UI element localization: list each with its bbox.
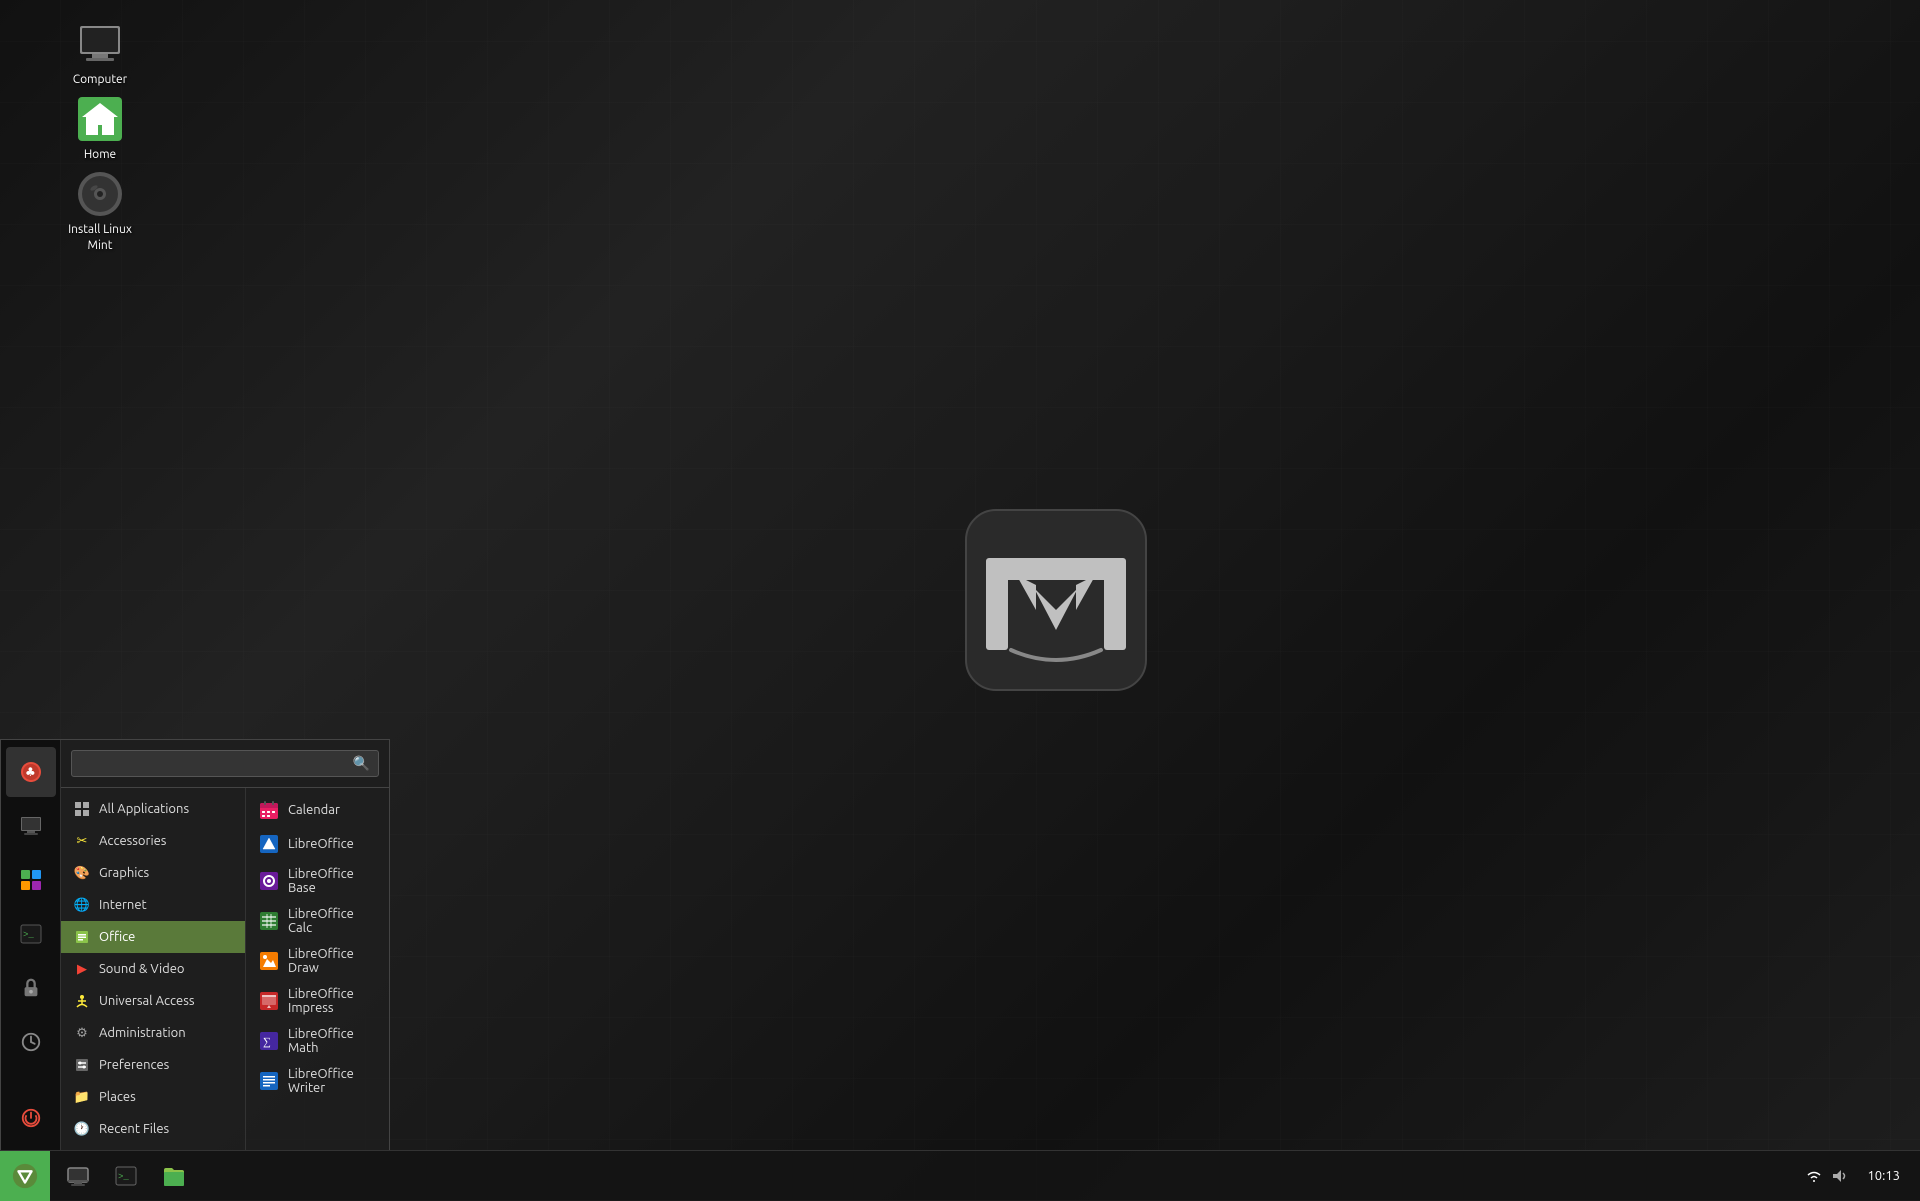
category-graphics[interactable]: 🎨 Graphics bbox=[61, 857, 245, 889]
app-libreoffice-impress-label: LibreOffice Impress bbox=[288, 987, 377, 1015]
category-office[interactable]: Office bbox=[61, 921, 245, 953]
category-accessories[interactable]: ✂ Accessories bbox=[61, 825, 245, 857]
app-libreoffice-calc-label: LibreOffice Calc bbox=[288, 907, 377, 935]
category-graphics-label: Graphics bbox=[99, 866, 233, 880]
start-button[interactable] bbox=[0, 1151, 50, 1201]
category-universal-access[interactable]: Universal Access bbox=[61, 985, 245, 1017]
app-libreoffice-writer-label: LibreOffice Writer bbox=[288, 1067, 377, 1095]
libreoffice-calc-icon bbox=[258, 910, 280, 932]
category-all-label: All Applications bbox=[99, 802, 233, 816]
category-administration-label: Administration bbox=[99, 1026, 233, 1040]
search-icon[interactable]: 🔍 bbox=[353, 755, 370, 772]
sidebar-terminal[interactable]: >_ bbox=[6, 909, 56, 959]
category-internet[interactable]: 🌐 Internet bbox=[61, 889, 245, 921]
category-accessories-label: Accessories bbox=[99, 834, 233, 848]
category-office-label: Office bbox=[99, 930, 233, 944]
home-icon bbox=[76, 95, 124, 143]
category-places[interactable]: 📁 Places bbox=[61, 1081, 245, 1113]
sidebar-lock[interactable] bbox=[6, 963, 56, 1013]
category-sound-video-label: Sound & Video bbox=[99, 962, 233, 976]
category-universal-access-label: Universal Access bbox=[99, 994, 233, 1008]
clock-icon: 🕐 bbox=[73, 1120, 91, 1138]
clock-display: 10:13 bbox=[1857, 1169, 1910, 1183]
install-icon-label: Install Linux Mint bbox=[60, 222, 140, 253]
menu-main: 🔍 bbox=[61, 740, 389, 1150]
app-libreoffice-base[interactable]: LibreOffice Base bbox=[246, 861, 389, 901]
settings-icon: ⚙ bbox=[73, 1024, 91, 1042]
sliders-icon bbox=[73, 1056, 91, 1074]
grid-icon bbox=[73, 800, 91, 818]
category-recent-label: Recent Files bbox=[99, 1122, 233, 1136]
sidebar-update[interactable] bbox=[6, 1017, 56, 1067]
volume-icon[interactable] bbox=[1831, 1167, 1849, 1185]
taskbar-files[interactable] bbox=[151, 1153, 197, 1199]
play-icon: ▶ bbox=[73, 960, 91, 978]
globe-icon: 🌐 bbox=[73, 896, 91, 914]
app-calendar-label: Calendar bbox=[288, 803, 340, 817]
category-preferences[interactable]: Preferences bbox=[61, 1049, 245, 1081]
libreoffice-math-icon: ∑ bbox=[258, 1030, 280, 1052]
taskbar: >_ 10:13 bbox=[0, 1150, 1920, 1200]
category-recent[interactable]: 🕐 Recent Files bbox=[61, 1113, 245, 1145]
sidebar-computer[interactable] bbox=[6, 801, 56, 851]
category-internet-label: Internet bbox=[99, 898, 233, 912]
desktop: Computer Home Install Linux Mint bbox=[0, 0, 1920, 1200]
sidebar-software[interactable] bbox=[6, 855, 56, 905]
libreoffice-icon bbox=[258, 833, 280, 855]
app-libreoffice-math-label: LibreOffice Math bbox=[288, 1027, 377, 1055]
app-libreoffice-math[interactable]: ∑ LibreOffice Math bbox=[246, 1021, 389, 1061]
taskbar-show-desktop[interactable] bbox=[55, 1153, 101, 1199]
menu-columns: All Applications ✂ Accessories 🎨 Graphic… bbox=[61, 788, 389, 1150]
app-libreoffice-base-label: LibreOffice Base bbox=[288, 867, 377, 895]
computer-icon bbox=[76, 20, 124, 68]
calendar-icon bbox=[258, 799, 280, 821]
scissors-icon: ✂ bbox=[73, 832, 91, 850]
taskbar-tray: 10:13 bbox=[1795, 1167, 1920, 1185]
app-libreoffice[interactable]: LibreOffice bbox=[246, 827, 389, 861]
computer-icon-label: Computer bbox=[73, 72, 127, 88]
mint-logo bbox=[956, 500, 1156, 700]
category-preferences-label: Preferences bbox=[99, 1058, 233, 1072]
menu-sidebar: ♣ bbox=[1, 740, 61, 1150]
desktop-icon-computer[interactable]: Computer bbox=[55, 15, 145, 93]
svg-text:♣: ♣ bbox=[25, 766, 36, 779]
libreoffice-writer-icon bbox=[258, 1070, 280, 1092]
person-icon bbox=[73, 992, 91, 1010]
network-icon bbox=[1805, 1167, 1823, 1185]
app-libreoffice-draw-label: LibreOffice Draw bbox=[288, 947, 377, 975]
desktop-icon-install[interactable]: Install Linux Mint bbox=[55, 165, 145, 258]
app-libreoffice-calc[interactable]: LibreOffice Calc bbox=[246, 901, 389, 941]
sidebar-favorites[interactable]: ♣ bbox=[6, 747, 56, 797]
palette-icon: 🎨 bbox=[73, 864, 91, 882]
start-menu: ♣ bbox=[0, 739, 390, 1150]
libreoffice-draw-icon bbox=[258, 950, 280, 972]
disc-icon bbox=[76, 170, 124, 218]
category-places-label: Places bbox=[99, 1090, 233, 1104]
svg-text:>_: >_ bbox=[118, 1172, 129, 1182]
category-administration[interactable]: ⚙ Administration bbox=[61, 1017, 245, 1049]
desktop-icon-home[interactable]: Home bbox=[55, 90, 145, 168]
taskbar-terminal[interactable]: >_ bbox=[103, 1153, 149, 1199]
app-libreoffice-impress[interactable]: LibreOffice Impress bbox=[246, 981, 389, 1021]
categories-column: All Applications ✂ Accessories 🎨 Graphic… bbox=[61, 788, 246, 1150]
app-libreoffice-writer[interactable]: LibreOffice Writer bbox=[246, 1061, 389, 1101]
svg-text:∑: ∑ bbox=[263, 1036, 271, 1048]
home-icon-label: Home bbox=[84, 147, 116, 163]
sidebar-logout[interactable] bbox=[6, 1093, 56, 1143]
taskbar-items: >_ bbox=[50, 1153, 1795, 1199]
apps-column: Calendar LibreOffice bbox=[246, 788, 389, 1150]
libreoffice-impress-icon bbox=[258, 990, 280, 1012]
search-input[interactable] bbox=[80, 756, 353, 771]
category-sound-video[interactable]: ▶ Sound & Video bbox=[61, 953, 245, 985]
app-libreoffice-draw[interactable]: LibreOffice Draw bbox=[246, 941, 389, 981]
doc-icon bbox=[73, 928, 91, 946]
libreoffice-base-icon bbox=[258, 870, 280, 892]
app-libreoffice-label: LibreOffice bbox=[288, 837, 354, 851]
search-bar: 🔍 bbox=[61, 740, 389, 788]
svg-text:>_: >_ bbox=[23, 930, 34, 940]
folder-icon: 📁 bbox=[73, 1088, 91, 1106]
category-all[interactable]: All Applications bbox=[61, 793, 245, 825]
app-calendar[interactable]: Calendar bbox=[246, 793, 389, 827]
